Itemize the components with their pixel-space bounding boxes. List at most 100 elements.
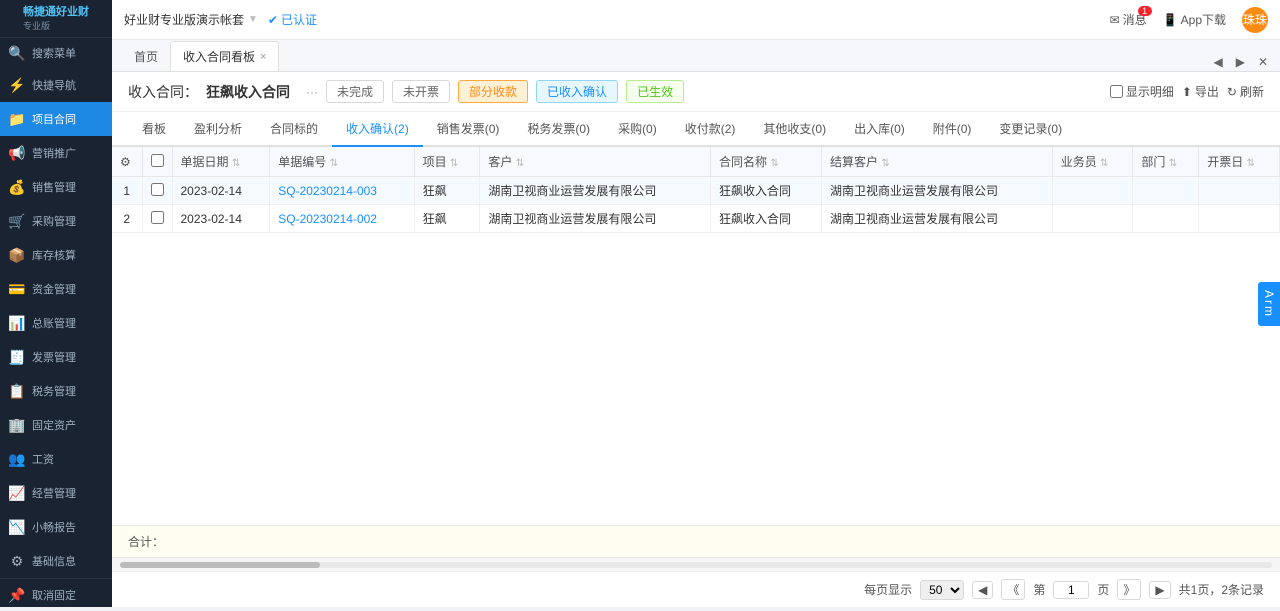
next-page-button[interactable]: 》: [1117, 579, 1141, 600]
th-salesperson: 业务员 ⇅: [1052, 147, 1133, 177]
main-area: 好业财专业版演示帐套 ▼ ✔ 已认证 ✉ 消息 1 📱 App下载 珠珠 首页: [112, 0, 1280, 607]
sort-icon-date[interactable]: ⇅: [232, 158, 240, 169]
subtab-change-log[interactable]: 变更记录(0): [985, 112, 1076, 145]
row-select-1[interactable]: [151, 183, 164, 196]
sidebar-item-hr[interactable]: 👥 工资: [0, 442, 112, 476]
row-checkbox-2[interactable]: [142, 205, 172, 233]
report-icon: 📉: [8, 518, 26, 536]
tab-nav-next[interactable]: ▶: [1232, 53, 1249, 71]
status-btn-incomplete[interactable]: 未完成: [326, 80, 384, 103]
app-download-button[interactable]: 📱 App下载: [1163, 11, 1226, 28]
sidebar-bottom: 📌 取消固定: [0, 578, 112, 611]
sidebar-item-tax[interactable]: 📋 税务管理: [0, 374, 112, 408]
tab-nav-prev[interactable]: ◀: [1209, 53, 1226, 71]
tab-nav-close[interactable]: ✕: [1254, 53, 1272, 71]
th-open-date: 开票日 ⇅: [1199, 147, 1280, 177]
show-detail-checkbox[interactable]: 显示明细: [1110, 83, 1174, 100]
sidebar-item-label: 取消固定: [32, 587, 76, 603]
company-selector[interactable]: 好业财专业版演示帐套 ▼: [124, 11, 258, 28]
row-customer-1: 湖南卫视商业运营发展有限公司: [480, 177, 711, 205]
tab-close-button[interactable]: ×: [260, 51, 266, 63]
subtab-kanban[interactable]: 看板: [128, 112, 180, 145]
per-page-select[interactable]: 50: [920, 580, 964, 600]
th-project: 项目 ⇅: [414, 147, 480, 177]
more-button[interactable]: ···: [306, 85, 318, 99]
verified-text: 已认证: [281, 11, 317, 28]
th-date: 单据日期 ⇅: [172, 147, 270, 177]
subtab-contract-item[interactable]: 合同标的: [256, 112, 332, 145]
right-panel-arm[interactable]: Arm: [1258, 282, 1280, 326]
status-btn-effective[interactable]: 已生效: [626, 80, 684, 103]
row-customer-2: 湖南卫视商业运营发展有限公司: [480, 205, 711, 233]
sidebar-item-mgmt[interactable]: 📈 经营管理: [0, 476, 112, 510]
sidebar-item-funds[interactable]: 💳 资金管理: [0, 272, 112, 306]
sort-icon-number[interactable]: ⇅: [330, 158, 338, 169]
status-btn-partial-payment[interactable]: 部分收款: [458, 80, 528, 103]
sidebar-item-label: 采购管理: [32, 213, 76, 229]
refresh-button[interactable]: ↻ 刷新: [1227, 83, 1264, 100]
last-page-button[interactable]: ▶: [1149, 581, 1170, 599]
show-detail-input[interactable]: [1110, 85, 1123, 98]
subtab-attachment[interactable]: 附件(0): [919, 112, 986, 145]
tab-active-income[interactable]: 收入合同看板 ×: [170, 41, 279, 71]
subtab-payment[interactable]: 收付款(2): [671, 112, 750, 145]
card-icon: 💳: [8, 280, 26, 298]
sidebar-item-project[interactable]: 📁 项目合同: [0, 102, 112, 136]
table-row: 1 2023-02-14 SQ-20230214-003 狂飙 湖南卫视商业运营…: [112, 177, 1280, 205]
chart-icon: 📊: [8, 314, 26, 332]
status-btn-uninvoiced[interactable]: 未开票: [392, 80, 450, 103]
sort-icon-salesperson[interactable]: ⇅: [1100, 158, 1108, 169]
status-btn-revenue-confirmed[interactable]: 已收入确认: [536, 80, 618, 103]
total-info: 共1页，2条记录: [1179, 581, 1264, 598]
table-header-row: ⚙ 单据日期 ⇅ 单据编号 ⇅ 项目 ⇅ 客户 ⇅ 合同名称 ⇅ 结算客户 ⇅ …: [112, 147, 1280, 177]
sidebar-item-invoice[interactable]: 🧾 发票管理: [0, 340, 112, 374]
settings-column-header[interactable]: ⚙: [112, 147, 142, 177]
sidebar-item-sales[interactable]: 💰 销售管理: [0, 170, 112, 204]
sidebar-item-general[interactable]: 📊 总账管理: [0, 306, 112, 340]
row-settle-2: 湖南卫视商业运营发展有限公司: [822, 205, 1053, 233]
sidebar-item-inventory[interactable]: 📦 库存核算: [0, 238, 112, 272]
row-checkbox-1[interactable]: [142, 177, 172, 205]
sidebar-item-report[interactable]: 📉 小畅报告: [0, 510, 112, 544]
subtab-warehouse[interactable]: 出入库(0): [840, 112, 919, 145]
avatar[interactable]: 珠珠: [1242, 7, 1268, 33]
message-button[interactable]: ✉ 消息 1: [1110, 11, 1147, 28]
sort-icon-project[interactable]: ⇅: [450, 158, 458, 169]
row-number-link-2[interactable]: SQ-20230214-002: [278, 212, 377, 226]
tab-home[interactable]: 首页: [122, 42, 170, 71]
sidebar-item-search[interactable]: 🔍 搜索菜单: [0, 38, 112, 68]
row-select-2[interactable]: [151, 211, 164, 224]
subtab-other-income[interactable]: 其他收支(0): [749, 112, 840, 145]
company-name: 好业财专业版演示帐套: [124, 11, 244, 28]
scrollbar-thumb[interactable]: [120, 562, 320, 568]
page-number-input[interactable]: 1: [1053, 581, 1089, 599]
checkbox-column-header[interactable]: [142, 147, 172, 177]
scrollbar-track[interactable]: [120, 562, 1272, 568]
sidebar-item-base[interactable]: ⚙ 基础信息: [0, 544, 112, 578]
sidebar-item-nav[interactable]: ⚡ 快捷导航: [0, 68, 112, 102]
sort-icon-dept[interactable]: ⇅: [1169, 158, 1177, 169]
sidebar-item-marketing[interactable]: 📢 营销推广: [0, 136, 112, 170]
sidebar-cancel-pin[interactable]: 📌 取消固定: [0, 579, 112, 611]
page-subtitle: 狂飙收入合同: [206, 82, 290, 102]
page-header: 收入合同： 狂飙收入合同 ··· 未完成 未开票 部分收款 已收入确认 已生效 …: [112, 72, 1280, 112]
horizontal-scrollbar[interactable]: [112, 557, 1280, 571]
sidebar-item-purchase[interactable]: 🛒 采购管理: [0, 204, 112, 238]
sort-icon-settle[interactable]: ⇅: [881, 158, 889, 169]
subtab-revenue-confirm[interactable]: 收入确认(2): [332, 112, 423, 147]
row-number-link-1[interactable]: SQ-20230214-003: [278, 184, 377, 198]
sort-icon-customer[interactable]: ⇅: [516, 158, 524, 169]
prev-page-button[interactable]: 《: [1001, 579, 1025, 600]
sort-icon-open[interactable]: ⇅: [1247, 158, 1255, 169]
sidebar-item-label: 总账管理: [32, 315, 76, 331]
sidebar-item-fixed[interactable]: 🏢 固定资产: [0, 408, 112, 442]
first-page-button[interactable]: ◀: [972, 581, 993, 599]
sort-icon-contract[interactable]: ⇅: [770, 158, 778, 169]
subtab-purchase[interactable]: 采购(0): [604, 112, 671, 145]
subtab-profit[interactable]: 盈利分析: [180, 112, 256, 145]
table-row: 2 2023-02-14 SQ-20230214-002 狂飙 湖南卫视商业运营…: [112, 205, 1280, 233]
subtab-sales-invoice[interactable]: 销售发票(0): [423, 112, 514, 145]
export-button[interactable]: ⬆ 导出: [1182, 83, 1219, 100]
select-all-checkbox[interactable]: [151, 154, 164, 167]
subtab-tax-invoice[interactable]: 税务发票(0): [513, 112, 604, 145]
